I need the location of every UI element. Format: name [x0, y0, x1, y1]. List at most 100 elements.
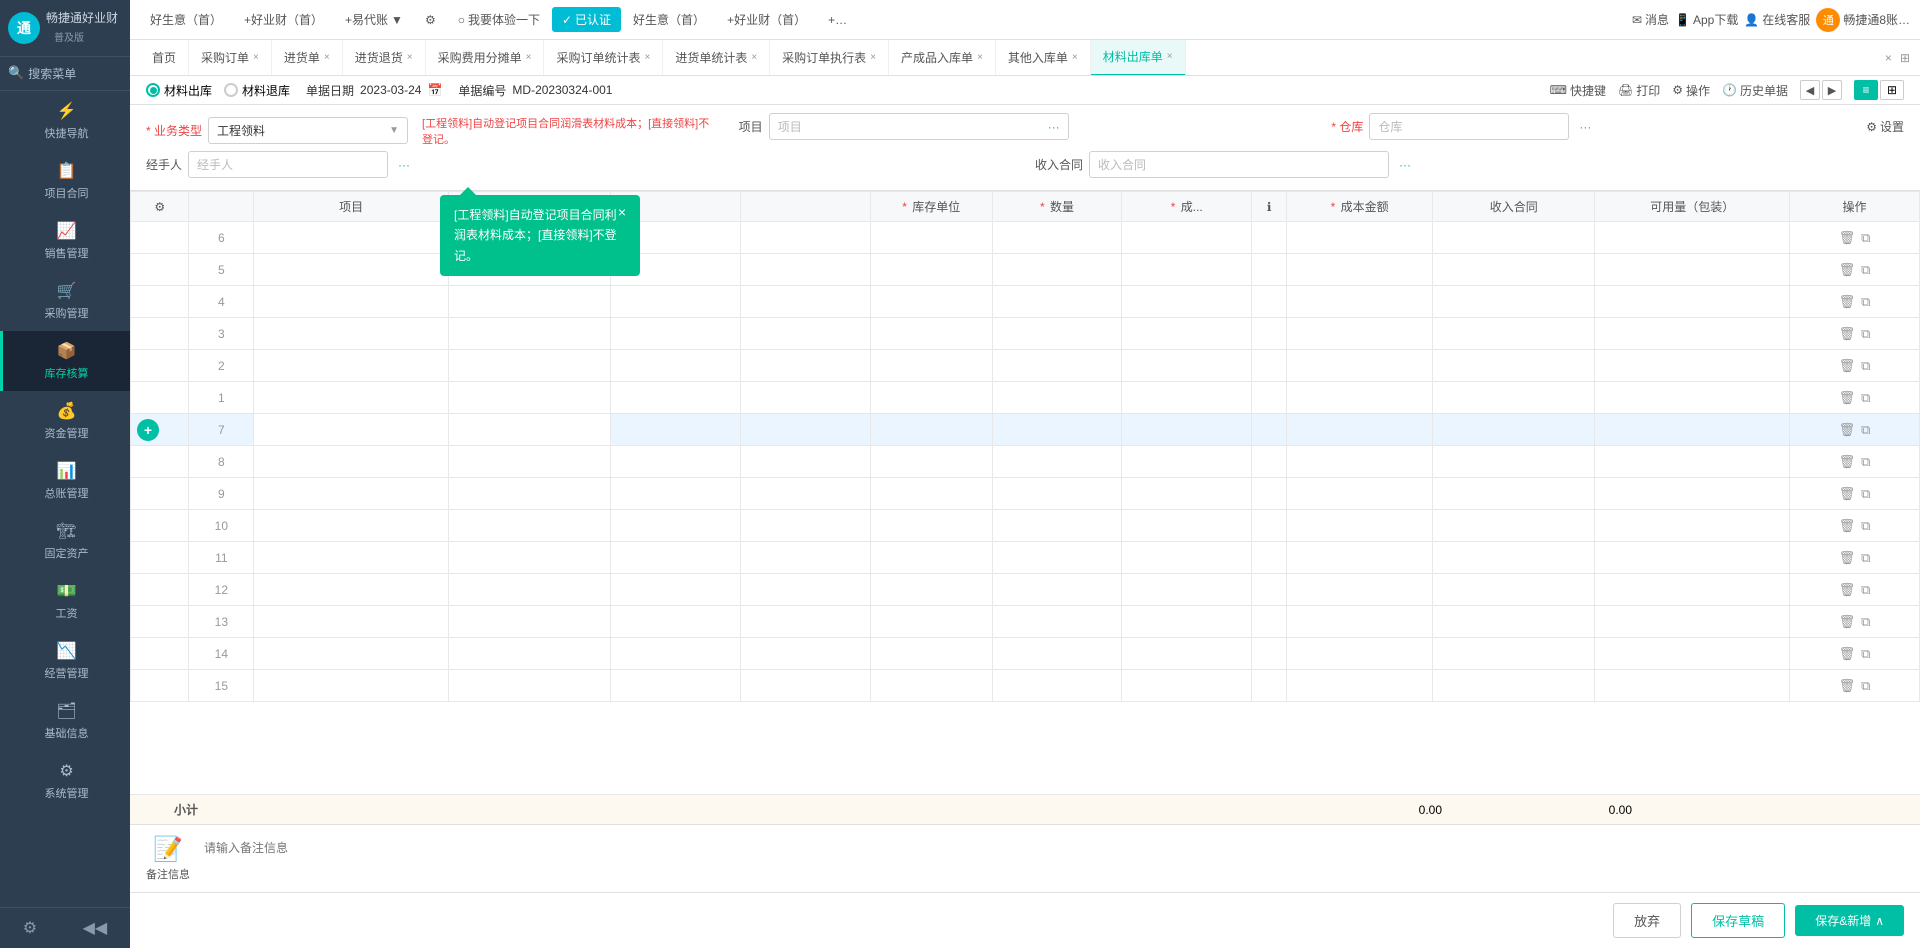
tabs-settings-icon[interactable]: ⊞: [1900, 51, 1910, 65]
collapse-icon[interactable]: ◀◀: [83, 918, 108, 938]
sidebar-item-system[interactable]: ⚙ 系统管理: [0, 751, 130, 811]
row-8-qty[interactable]: [992, 446, 1122, 478]
project-input[interactable]: 项目 ···: [769, 113, 1069, 140]
sn-value[interactable]: MD-20230324-001: [512, 83, 612, 97]
sidebar-item-basic[interactable]: 🗂 基础信息: [0, 691, 130, 751]
row-10-available[interactable]: [1595, 510, 1790, 542]
operations-btn[interactable]: ⚙ 操作: [1672, 82, 1710, 99]
row-15-available[interactable]: [1595, 670, 1790, 702]
row-7-project-input[interactable]: [260, 423, 442, 437]
save-new-button[interactable]: 保存&新增 ∧: [1795, 905, 1904, 936]
row-3-cost[interactable]: [1122, 318, 1252, 350]
row-7-warehouse[interactable]: [741, 414, 871, 446]
table-container[interactable]: ⚙ 项目 * 材料名称: [130, 191, 1920, 794]
row-12-delete-icon[interactable]: 🗑: [1839, 582, 1856, 598]
topbar-item-hyc2[interactable]: +好业财（首）: [717, 7, 816, 32]
row-5-available[interactable]: [1595, 254, 1790, 286]
sidebar-item-assets[interactable]: 🏗 固定资产: [0, 511, 130, 571]
row-8-spec[interactable]: [611, 446, 741, 478]
row-4-material[interactable]: [449, 286, 611, 318]
shortcut-btn[interactable]: ⌨ 快捷键: [1550, 82, 1606, 99]
remarks-input[interactable]: [200, 835, 1904, 871]
row-8-cost[interactable]: [1122, 446, 1252, 478]
row-15-warehouse[interactable]: [741, 670, 871, 702]
app-download-btn[interactable]: 📱 App下载: [1675, 11, 1738, 28]
topbar-certified[interactable]: ✓ 已认证: [552, 7, 621, 32]
row-3-unit[interactable]: [870, 318, 992, 350]
tab-inbound-close[interactable]: ×: [324, 52, 330, 63]
tab-purchase-stats-close[interactable]: ×: [644, 52, 650, 63]
row-5-income[interactable]: [1433, 254, 1595, 286]
row-1-cost-amount[interactable]: [1287, 382, 1433, 414]
tab-finished-inbound-close[interactable]: ×: [977, 52, 983, 63]
row-11-qty[interactable]: [992, 542, 1122, 574]
row-10-delete-icon[interactable]: 🗑: [1839, 518, 1856, 534]
tab-other-inbound[interactable]: 其他入库单 ×: [996, 40, 1091, 76]
row-4-spec[interactable]: [611, 286, 741, 318]
row-13-project[interactable]: [254, 606, 449, 638]
sidebar-item-operations[interactable]: 📉 经营管理: [0, 631, 130, 691]
row-12-unit[interactable]: [870, 574, 992, 606]
row-10-cost-amount[interactable]: [1287, 510, 1433, 542]
row-15-income[interactable]: [1433, 670, 1595, 702]
row-6-available[interactable]: [1595, 222, 1790, 254]
row-5-copy-icon[interactable]: ⧉: [1861, 262, 1870, 278]
row-6-delete-icon[interactable]: 🗑: [1839, 230, 1856, 246]
row-4-available[interactable]: [1595, 286, 1790, 318]
row-1-warehouse[interactable]: [741, 382, 871, 414]
calendar-icon[interactable]: 📅: [427, 83, 442, 97]
discard-button[interactable]: 放弃: [1613, 903, 1681, 938]
sidebar-item-sales[interactable]: 📈 销售管理: [0, 211, 130, 271]
row-5-unit[interactable]: [870, 254, 992, 286]
tab-purchase-fee[interactable]: 采购费用分摊单 ×: [426, 40, 545, 76]
row-5-delete-icon[interactable]: 🗑: [1839, 262, 1856, 278]
topbar-item-yidz[interactable]: +易代账 ▼: [335, 7, 413, 32]
row-15-cost[interactable]: [1122, 670, 1252, 702]
sidebar-item-accounting[interactable]: 📊 总账管理: [0, 451, 130, 511]
row-7-project[interactable]: [254, 414, 449, 446]
handler-input[interactable]: 经手人: [188, 151, 388, 178]
row-11-copy-icon[interactable]: ⧉: [1861, 550, 1870, 566]
row-11-project[interactable]: [254, 542, 449, 574]
row-12-project[interactable]: [254, 574, 449, 606]
row-15-cost-amount[interactable]: [1287, 670, 1433, 702]
row-11-unit[interactable]: [870, 542, 992, 574]
row-4-project[interactable]: [254, 286, 449, 318]
row-10-project[interactable]: [254, 510, 449, 542]
view-grid-btn[interactable]: ⊞: [1880, 80, 1904, 100]
row-11-material[interactable]: [449, 542, 611, 574]
tab-material-outbound-close[interactable]: ×: [1167, 51, 1173, 62]
project-dots[interactable]: ···: [1048, 120, 1060, 134]
row-9-cost[interactable]: [1122, 478, 1252, 510]
row-2-qty[interactable]: [992, 350, 1122, 382]
tab-purchase-exec[interactable]: 采购订单执行表 ×: [770, 40, 889, 76]
row-8-income[interactable]: [1433, 446, 1595, 478]
row-13-material[interactable]: [449, 606, 611, 638]
tooltip-close-btn[interactable]: ×: [618, 205, 626, 219]
history-btn[interactable]: 🕐 历史单据: [1722, 82, 1788, 99]
row-11-delete-icon[interactable]: 🗑: [1839, 550, 1856, 566]
row-1-copy-icon[interactable]: ⧉: [1861, 390, 1870, 406]
row-2-copy-icon[interactable]: ⧉: [1861, 358, 1870, 374]
row-13-copy-icon[interactable]: ⧉: [1861, 614, 1870, 630]
row-9-material[interactable]: [449, 478, 611, 510]
topbar-item-hsy[interactable]: 好生意（首）: [140, 7, 232, 32]
row-7-material[interactable]: [449, 414, 611, 446]
row-10-unit[interactable]: [870, 510, 992, 542]
row-8-delete-icon[interactable]: 🗑: [1839, 454, 1856, 470]
row-5-project[interactable]: [254, 254, 449, 286]
sidebar-item-payroll[interactable]: 💵 工资: [0, 571, 130, 631]
row-7-available[interactable]: [1595, 414, 1790, 446]
row-13-qty[interactable]: [992, 606, 1122, 638]
row-1-unit[interactable]: [870, 382, 992, 414]
row-6-cost[interactable]: [1122, 222, 1252, 254]
row-14-cost-amount[interactable]: [1287, 638, 1433, 670]
view-list-btn[interactable]: ≡: [1854, 80, 1878, 100]
row-14-delete-icon[interactable]: 🗑: [1839, 646, 1856, 662]
row-13-delete-icon[interactable]: 🗑: [1839, 614, 1856, 630]
tab-purchase-exec-close[interactable]: ×: [870, 52, 876, 63]
row-4-delete-icon[interactable]: 🗑: [1839, 294, 1856, 310]
row-9-cost-amount[interactable]: [1287, 478, 1433, 510]
row-2-unit[interactable]: [870, 350, 992, 382]
handler-dots[interactable]: ···: [398, 158, 410, 172]
